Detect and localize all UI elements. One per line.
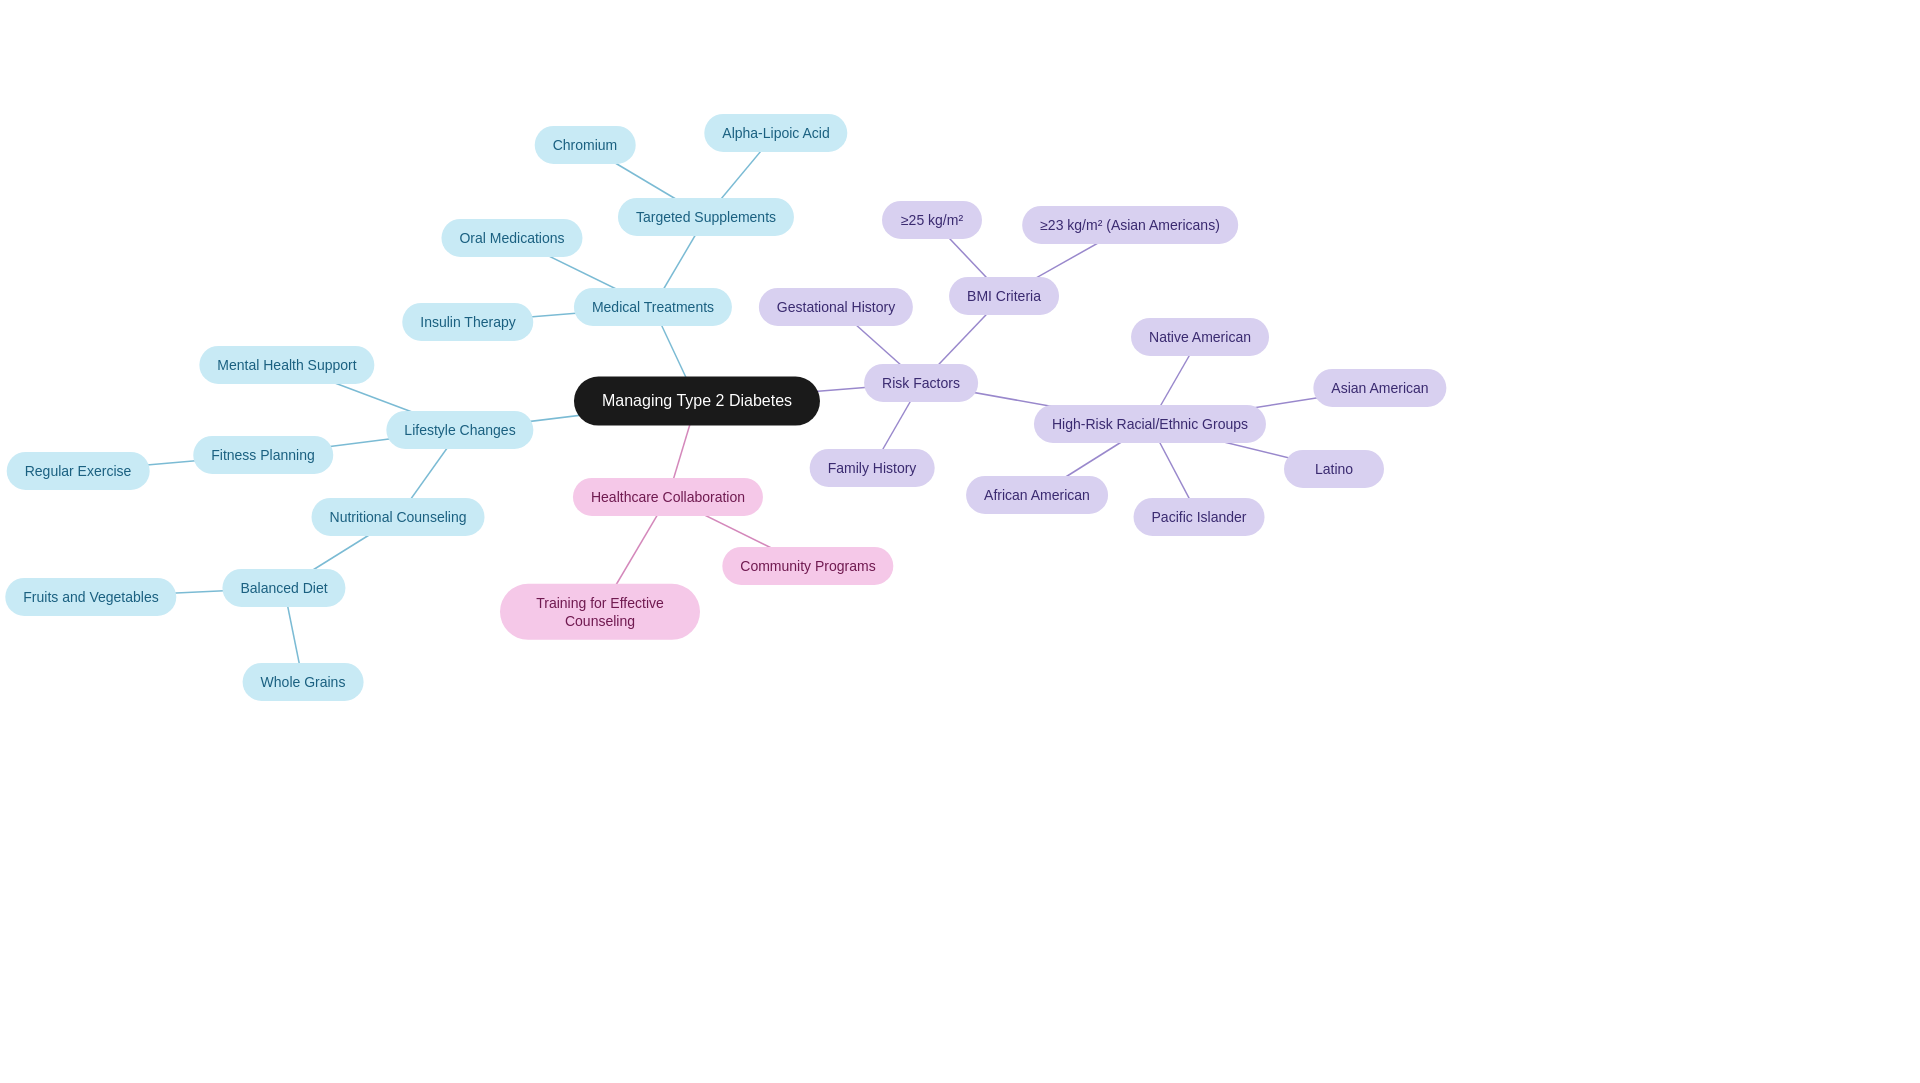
node-gestational-history[interactable]: Gestational History	[759, 288, 913, 326]
node-medical-treatments[interactable]: Medical Treatments	[574, 288, 732, 326]
node-bmi-criteria[interactable]: BMI Criteria	[949, 277, 1059, 315]
node-bmi-23[interactable]: ≥23 kg/m² (Asian Americans)	[1022, 206, 1238, 244]
node-regular-exercise[interactable]: Regular Exercise	[7, 452, 150, 490]
node-lifestyle-changes[interactable]: Lifestyle Changes	[386, 411, 533, 449]
node-fruits-vegetables[interactable]: Fruits and Vegetables	[5, 578, 176, 616]
node-targeted-supplements[interactable]: Targeted Supplements	[618, 198, 794, 236]
node-risk-factors[interactable]: Risk Factors	[864, 364, 978, 402]
node-chromium[interactable]: Chromium	[535, 126, 636, 164]
node-latino[interactable]: Latino	[1284, 450, 1384, 488]
node-pacific-islander[interactable]: Pacific Islander	[1134, 498, 1265, 536]
node-high-risk-groups[interactable]: High-Risk Racial/Ethnic Groups	[1034, 405, 1266, 443]
node-oral-medications[interactable]: Oral Medications	[441, 219, 582, 257]
node-family-history[interactable]: Family History	[810, 449, 935, 487]
node-whole-grains[interactable]: Whole Grains	[243, 663, 364, 701]
node-center[interactable]: Managing Type 2 Diabetes	[574, 377, 820, 426]
node-asian-american[interactable]: Asian American	[1313, 369, 1446, 407]
mind-map-container: Managing Type 2 Diabetes Lifestyle Change…	[0, 0, 1920, 1083]
node-nutritional-counseling[interactable]: Nutritional Counseling	[312, 498, 485, 536]
node-healthcare-collaboration[interactable]: Healthcare Collaboration	[573, 478, 763, 516]
node-balanced-diet[interactable]: Balanced Diet	[222, 569, 345, 607]
node-training-counseling[interactable]: Training for EffectiveCounseling	[500, 584, 700, 640]
node-mental-health-support[interactable]: Mental Health Support	[199, 346, 374, 384]
connections-svg	[0, 0, 1920, 1083]
node-alpha-lipoic-acid[interactable]: Alpha-Lipoic Acid	[704, 114, 847, 152]
node-bmi-25[interactable]: ≥25 kg/m²	[882, 201, 982, 239]
node-community-programs[interactable]: Community Programs	[722, 547, 893, 585]
node-fitness-planning[interactable]: Fitness Planning	[193, 436, 333, 474]
node-insulin-therapy[interactable]: Insulin Therapy	[402, 303, 533, 341]
node-african-american[interactable]: African American	[966, 476, 1108, 514]
node-native-american[interactable]: Native American	[1131, 318, 1269, 356]
